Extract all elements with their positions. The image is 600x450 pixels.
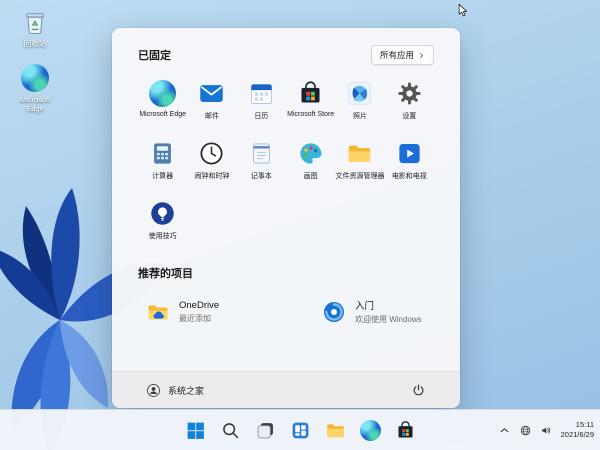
pinned-app-notepad[interactable]: 记事本 bbox=[237, 134, 286, 188]
app-label: 使用技巧 bbox=[149, 231, 177, 241]
folder-icon bbox=[346, 140, 373, 167]
app-label: 照片 bbox=[353, 111, 367, 121]
mouse-cursor bbox=[456, 3, 471, 23]
app-label: 文件资源管理器 bbox=[335, 171, 384, 181]
app-label: 电影和电视 bbox=[392, 171, 427, 181]
settings-gear-icon bbox=[396, 80, 423, 107]
recommended-text: 入门 欢迎使用 Windows bbox=[355, 298, 422, 325]
app-label: 邮件 bbox=[205, 111, 219, 121]
pinned-app-paint[interactable]: 画图 bbox=[286, 134, 335, 188]
chevron-right-icon bbox=[418, 52, 425, 59]
file-explorer-button[interactable] bbox=[320, 415, 350, 445]
tips-bulb-icon bbox=[149, 200, 176, 227]
onedrive-icon bbox=[146, 300, 170, 324]
widgets-icon bbox=[290, 420, 311, 441]
app-label: 记事本 bbox=[251, 171, 272, 181]
pinned-app-tips[interactable]: 使用技巧 bbox=[138, 194, 187, 248]
power-button[interactable] bbox=[411, 383, 426, 398]
movies-tv-icon bbox=[396, 140, 423, 167]
recommended-section-header: 推荐的项目 bbox=[138, 264, 434, 282]
all-apps-label: 所有应用 bbox=[380, 49, 414, 61]
recommended-item-get-started[interactable]: 入门 欢迎使用 Windows bbox=[314, 292, 434, 331]
pinned-app-calendar[interactable]: 日历 bbox=[237, 74, 286, 128]
store-button[interactable] bbox=[390, 415, 420, 445]
pinned-app-movies-tv[interactable]: 电影和电视 bbox=[385, 134, 434, 188]
recommended-grid: OneDrive 最近添加 入门 欢迎使用 Windows bbox=[138, 292, 434, 331]
search-icon bbox=[220, 420, 241, 441]
calendar-icon bbox=[248, 80, 275, 107]
recommended-item-subtitle: 最近添加 bbox=[179, 313, 219, 324]
get-started-icon bbox=[322, 300, 346, 324]
task-view-button[interactable] bbox=[250, 415, 280, 445]
recommended-text: OneDrive 最近添加 bbox=[179, 300, 219, 324]
search-button[interactable] bbox=[215, 415, 245, 445]
widgets-button[interactable] bbox=[285, 415, 315, 445]
user-profile-button[interactable]: 系统之家 bbox=[146, 383, 204, 398]
start-menu-footer: 系统之家 bbox=[112, 371, 460, 408]
edge-icon bbox=[360, 420, 381, 441]
clock[interactable]: 15:11 2021/6/29 bbox=[561, 420, 594, 440]
store-icon bbox=[297, 80, 324, 107]
app-label: Microsoft Store bbox=[287, 111, 334, 118]
recommended-item-title: OneDrive bbox=[179, 300, 219, 311]
pinned-app-microsoft-edge[interactable]: Microsoft Edge bbox=[138, 74, 187, 128]
app-label: 计算器 bbox=[152, 171, 173, 181]
app-label: 画图 bbox=[304, 171, 318, 181]
pinned-app-file-explorer[interactable]: 文件资源管理器 bbox=[335, 134, 384, 188]
recommended-item-title: 入门 bbox=[355, 298, 422, 312]
recycle-bin-icon bbox=[21, 8, 49, 36]
user-name: 系统之家 bbox=[168, 384, 204, 397]
tray-date: 2021/6/29 bbox=[561, 430, 594, 440]
pinned-title: 已固定 bbox=[138, 47, 171, 63]
alarm-clock-icon bbox=[198, 140, 225, 167]
start-menu: 已固定 所有应用 Microsoft Edge 邮件 bbox=[112, 28, 460, 408]
pinned-app-photos[interactable]: 照片 bbox=[335, 74, 384, 128]
taskbar: 15:11 2021/6/29 bbox=[0, 409, 600, 450]
tray-time: 15:11 bbox=[561, 420, 594, 430]
edge-icon bbox=[21, 64, 49, 92]
desktop-icon-recycle-bin[interactable]: 回收站 bbox=[6, 8, 64, 48]
photos-icon bbox=[346, 80, 373, 107]
mail-icon bbox=[198, 80, 225, 107]
task-view-icon bbox=[255, 420, 276, 441]
pinned-app-settings[interactable]: 设置 bbox=[385, 74, 434, 128]
desktop: 回收站 Microsoft Edge 已固定 所有应用 Microsoft Ed… bbox=[0, 0, 600, 450]
network-icon[interactable] bbox=[519, 424, 532, 437]
app-label: 日历 bbox=[254, 111, 268, 121]
pinned-app-grid: Microsoft Edge 邮件 日历 bbox=[138, 74, 434, 248]
chevron-up-icon[interactable] bbox=[498, 424, 511, 437]
all-apps-button[interactable]: 所有应用 bbox=[371, 45, 434, 65]
windows-logo-icon bbox=[185, 420, 206, 441]
desktop-icon-label: 回收站 bbox=[10, 39, 60, 48]
app-label: 设置 bbox=[402, 111, 416, 121]
recommended-title: 推荐的项目 bbox=[138, 265, 193, 281]
start-button[interactable] bbox=[180, 415, 210, 445]
edge-icon bbox=[149, 80, 176, 107]
recommended-item-subtitle: 欢迎使用 Windows bbox=[355, 314, 422, 325]
store-icon bbox=[395, 420, 416, 441]
pinned-app-mail[interactable]: 邮件 bbox=[187, 74, 236, 128]
desktop-icon-label: Microsoft Edge bbox=[10, 95, 60, 114]
pinned-app-microsoft-store[interactable]: Microsoft Store bbox=[286, 74, 335, 128]
folder-icon bbox=[325, 420, 346, 441]
app-label: 闹钟和时钟 bbox=[194, 171, 229, 181]
calculator-icon bbox=[149, 140, 176, 167]
pinned-app-alarms-clock[interactable]: 闹钟和时钟 bbox=[187, 134, 236, 188]
volume-icon[interactable] bbox=[540, 424, 553, 437]
paint-palette-icon bbox=[297, 140, 324, 167]
pinned-section-header: 已固定 所有应用 bbox=[138, 46, 434, 64]
system-tray: 15:11 2021/6/29 bbox=[498, 410, 594, 450]
pinned-app-calculator[interactable]: 计算器 bbox=[138, 134, 187, 188]
notepad-icon bbox=[248, 140, 275, 167]
app-label: Microsoft Edge bbox=[139, 111, 186, 118]
user-avatar-icon bbox=[146, 383, 161, 398]
start-menu-body: 已固定 所有应用 Microsoft Edge 邮件 bbox=[112, 28, 460, 371]
edge-button[interactable] bbox=[355, 415, 385, 445]
desktop-icon-microsoft-edge[interactable]: Microsoft Edge bbox=[6, 64, 64, 114]
taskbar-center-buttons bbox=[180, 410, 420, 450]
recommended-item-onedrive[interactable]: OneDrive 最近添加 bbox=[138, 292, 314, 331]
